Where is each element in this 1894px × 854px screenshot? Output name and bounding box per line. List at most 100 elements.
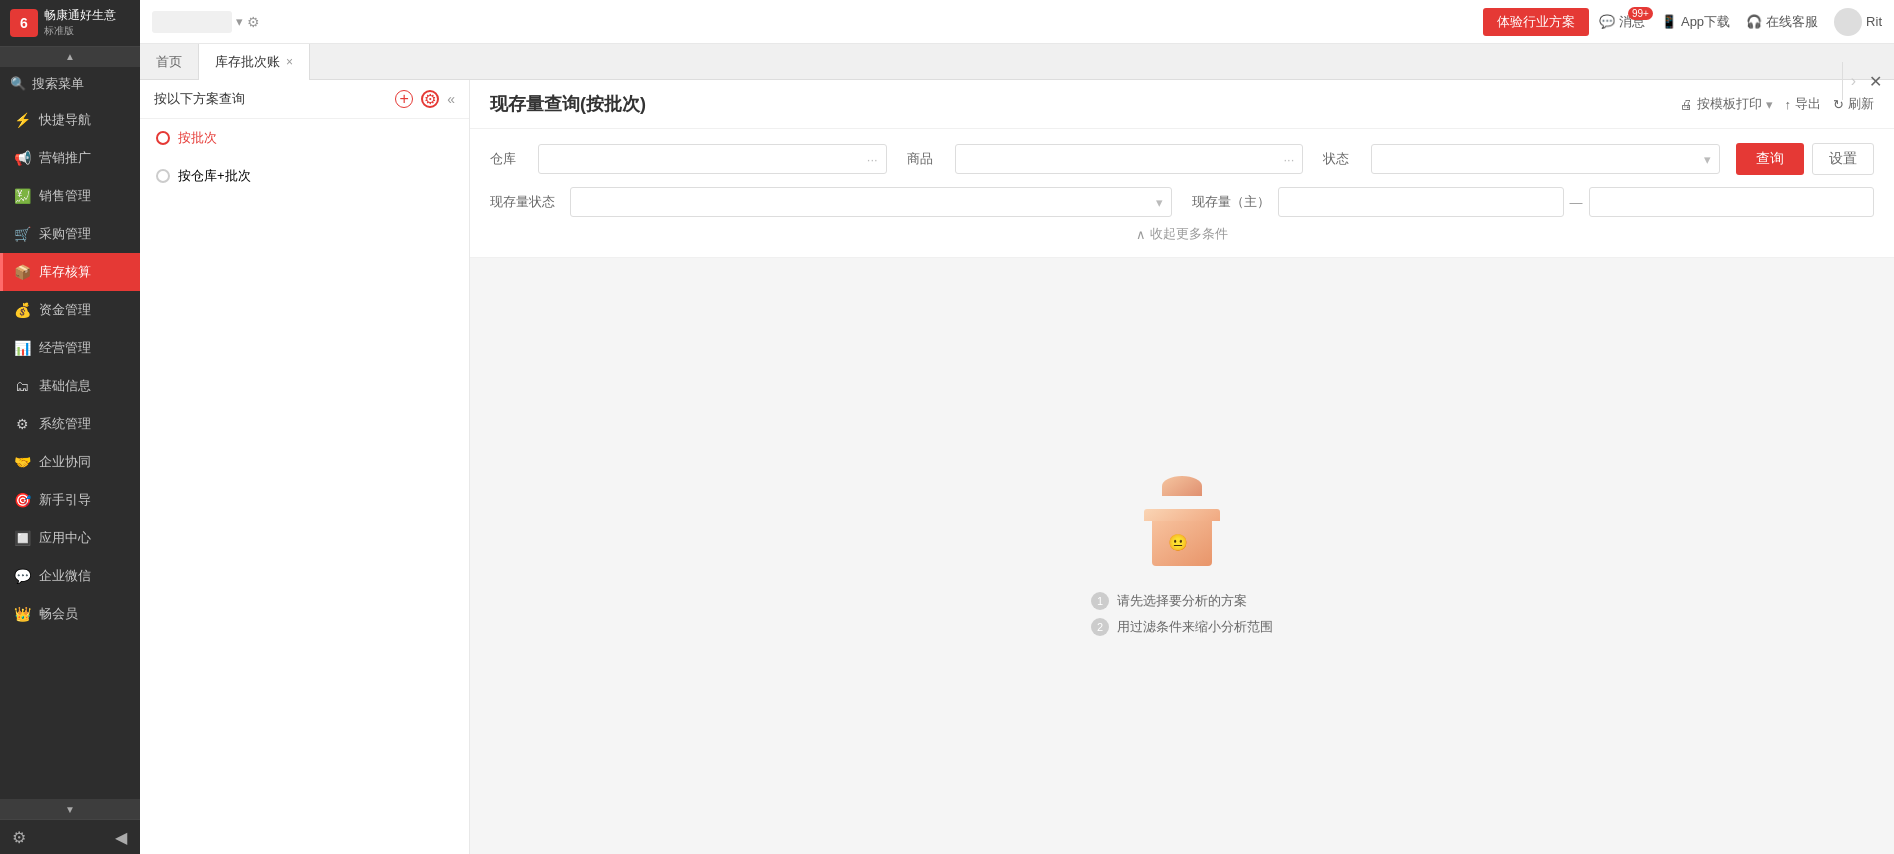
search-row-2: 现存量状态 ▾ 现存量（主） — bbox=[490, 187, 1874, 217]
sidebar-item-系统管理[interactable]: ⚙系统管理 bbox=[0, 405, 140, 443]
footer-collapse-icon[interactable]: ◀ bbox=[112, 828, 130, 846]
sidebar-item-销售管理[interactable]: 💹销售管理 bbox=[0, 177, 140, 215]
range-separator: — bbox=[1570, 195, 1583, 210]
sidebar-item-应用中心[interactable]: 🔲应用中心 bbox=[0, 519, 140, 557]
nav-label-10: 新手引导 bbox=[39, 491, 91, 509]
messages-badge: 99+ bbox=[1628, 7, 1653, 20]
status-select[interactable]: ▾ bbox=[1371, 144, 1720, 174]
filter-header: 按以下方案查询 + ⚙ « bbox=[140, 80, 469, 119]
warehouse-label: 仓库 bbox=[490, 150, 530, 168]
add-filter-icon[interactable]: + bbox=[395, 90, 413, 108]
filter-item-warehouse-batch[interactable]: 按仓库+批次 bbox=[140, 157, 469, 195]
print-btn[interactable]: 🖨 按模板打印 ▾ bbox=[1680, 95, 1773, 113]
content-area: 按以下方案查询 + ⚙ « 按批次 按仓库+批次 bbox=[140, 80, 1894, 854]
sidebar-item-新手引导[interactable]: 🎯新手引导 bbox=[0, 481, 140, 519]
status-field: 状态 ▾ bbox=[1323, 144, 1720, 174]
topbar-settings-icon[interactable]: ⚙ bbox=[247, 14, 260, 30]
stock-status-label: 现存量状态 bbox=[490, 193, 562, 211]
tip2-num: 2 bbox=[1091, 618, 1109, 636]
main-content-scroll: 😐 1 请先选择要分析的方案 2 用过滤条件来缩小分析范围 bbox=[470, 258, 1894, 854]
user-name: Rit bbox=[1866, 14, 1882, 29]
nav-icon-4: 📦 bbox=[13, 263, 31, 281]
sidebar-footer: ⚙ ◀ bbox=[0, 819, 140, 854]
stock-qty-from[interactable] bbox=[1278, 187, 1564, 217]
tip1-num: 1 bbox=[1091, 592, 1109, 610]
message-icon: 💬 bbox=[1599, 14, 1615, 29]
product-more-icon: ··· bbox=[1284, 152, 1295, 167]
nav-label-2: 销售管理 bbox=[39, 187, 91, 205]
filter-header-title: 按以下方案查询 bbox=[154, 90, 245, 108]
settings-btn[interactable]: 设置 bbox=[1812, 143, 1874, 175]
breadcrumb-area: ▾ ⚙ bbox=[152, 11, 1473, 33]
nav-label-13: 畅会员 bbox=[39, 605, 78, 623]
nav-label-7: 基础信息 bbox=[39, 377, 91, 395]
tabbar: 首页 库存批次账 × ✕ › bbox=[140, 44, 1894, 80]
sidebar-item-基础信息[interactable]: 🗂 基础信息 bbox=[0, 367, 140, 405]
filter-radio-inner bbox=[160, 135, 166, 141]
sidebar: 6 畅康通好生意 标准版 ▲ 🔍 搜索菜单 ⚡快捷导航📢营销推广💹销售管理🛒采购… bbox=[0, 0, 140, 854]
online-service-label: 在线客服 bbox=[1766, 13, 1818, 31]
sidebar-item-企业微信[interactable]: 💬企业微信 bbox=[0, 557, 140, 595]
export-btn[interactable]: ↑ 导出 bbox=[1785, 95, 1822, 113]
sidebar-item-资金管理[interactable]: 💰资金管理 bbox=[0, 291, 140, 329]
filter-settings-icon[interactable]: ⚙ bbox=[421, 90, 439, 108]
print-chevron-icon: ▾ bbox=[1766, 97, 1773, 112]
warehouse-field: 仓库 ··· bbox=[490, 144, 887, 174]
sidebar-item-经营管理[interactable]: 📊经营管理 bbox=[0, 329, 140, 367]
topbar-chevron-icon[interactable]: ▾ bbox=[236, 14, 243, 29]
nav-icon-6: 📊 bbox=[13, 339, 31, 357]
nav-icon-7: 🗂 bbox=[13, 377, 31, 395]
app-download-btn[interactable]: 📱 App下载 bbox=[1661, 13, 1730, 31]
nav-icon-11: 🔲 bbox=[13, 529, 31, 547]
filter-item-batch[interactable]: 按批次 bbox=[140, 119, 469, 157]
chevron-right-icon[interactable]: › bbox=[1842, 62, 1864, 100]
sidebar-item-采购管理[interactable]: 🛒采购管理 bbox=[0, 215, 140, 253]
industry-btn[interactable]: 体验行业方案 bbox=[1483, 8, 1589, 36]
empty-box-hat bbox=[1162, 476, 1202, 496]
online-service-btn[interactable]: 🎧 在线客服 bbox=[1746, 13, 1818, 31]
breadcrumb-input[interactable] bbox=[152, 11, 232, 33]
user-avatar bbox=[1834, 8, 1862, 36]
collapse-label: 收起更多条件 bbox=[1150, 225, 1228, 243]
warehouse-input[interactable]: ··· bbox=[538, 144, 887, 174]
filter-radio-warehouse-batch bbox=[156, 169, 170, 183]
footer-settings-icon[interactable]: ⚙ bbox=[10, 828, 28, 846]
tab-home[interactable]: 首页 bbox=[140, 44, 199, 80]
warehouse-more-icon: ··· bbox=[867, 152, 878, 167]
collapse-up-icon: ∧ bbox=[1136, 227, 1146, 242]
stock-qty-label: 现存量（主） bbox=[1192, 193, 1270, 211]
app-logo[interactable]: 6 bbox=[10, 9, 38, 37]
nav-icon-9: 🤝 bbox=[13, 453, 31, 471]
stock-qty-to[interactable] bbox=[1589, 187, 1875, 217]
nav-label-0: 快捷导航 bbox=[39, 111, 91, 129]
filter-collapse-icon[interactable]: « bbox=[447, 91, 455, 107]
sidebar-scroll-up[interactable]: ▲ bbox=[0, 47, 140, 67]
sidebar-item-快捷导航[interactable]: ⚡快捷导航 bbox=[0, 101, 140, 139]
headset-icon: 🎧 bbox=[1746, 14, 1762, 29]
stock-status-select[interactable]: ▾ bbox=[570, 187, 1172, 217]
tip2-text: 用过滤条件来缩小分析范围 bbox=[1117, 618, 1273, 636]
query-btn[interactable]: 查询 bbox=[1736, 143, 1804, 175]
sidebar-item-库存核算[interactable]: 📦 库存核算 bbox=[0, 253, 140, 291]
tab-close-icon[interactable]: × bbox=[286, 55, 293, 69]
product-input[interactable]: ··· bbox=[955, 144, 1304, 174]
search-row-1: 仓库 ··· 商品 ··· 状态 bbox=[490, 143, 1874, 175]
sidebar-item-企业协同[interactable]: 🤝企业协同 bbox=[0, 443, 140, 481]
sidebar-scroll-down[interactable]: ▼ bbox=[0, 799, 140, 819]
user-area[interactable]: Rit bbox=[1834, 8, 1882, 36]
tab-stock-batch-label: 库存批次账 bbox=[215, 53, 280, 71]
right-panel: 现存量查询(按批次) 🖨 按模板打印 ▾ ↑ 导出 ↻ 刷新 bbox=[470, 80, 1894, 854]
collapse-more-btn[interactable]: ∧ 收起更多条件 bbox=[490, 217, 1874, 243]
nav-label-5: 资金管理 bbox=[39, 301, 91, 319]
stock-status-field: 现存量状态 ▾ bbox=[490, 187, 1172, 217]
filter-label-batch: 按批次 bbox=[178, 129, 217, 147]
filter-radio-batch bbox=[156, 131, 170, 145]
tab-stock-batch[interactable]: 库存批次账 × bbox=[199, 44, 310, 80]
sidebar-item-畅会员[interactable]: 👑畅会员 bbox=[0, 595, 140, 633]
status-chevron-icon: ▾ bbox=[1704, 152, 1711, 167]
sidebar-header: 6 畅康通好生意 标准版 bbox=[0, 0, 140, 47]
sidebar-search-btn[interactable]: 🔍 搜索菜单 bbox=[0, 67, 140, 101]
messages-btn[interactable]: 💬 消息 99+ bbox=[1599, 13, 1645, 31]
sidebar-item-营销推广[interactable]: 📢营销推广 bbox=[0, 139, 140, 177]
nav-label-4: 库存核算 bbox=[39, 263, 91, 281]
